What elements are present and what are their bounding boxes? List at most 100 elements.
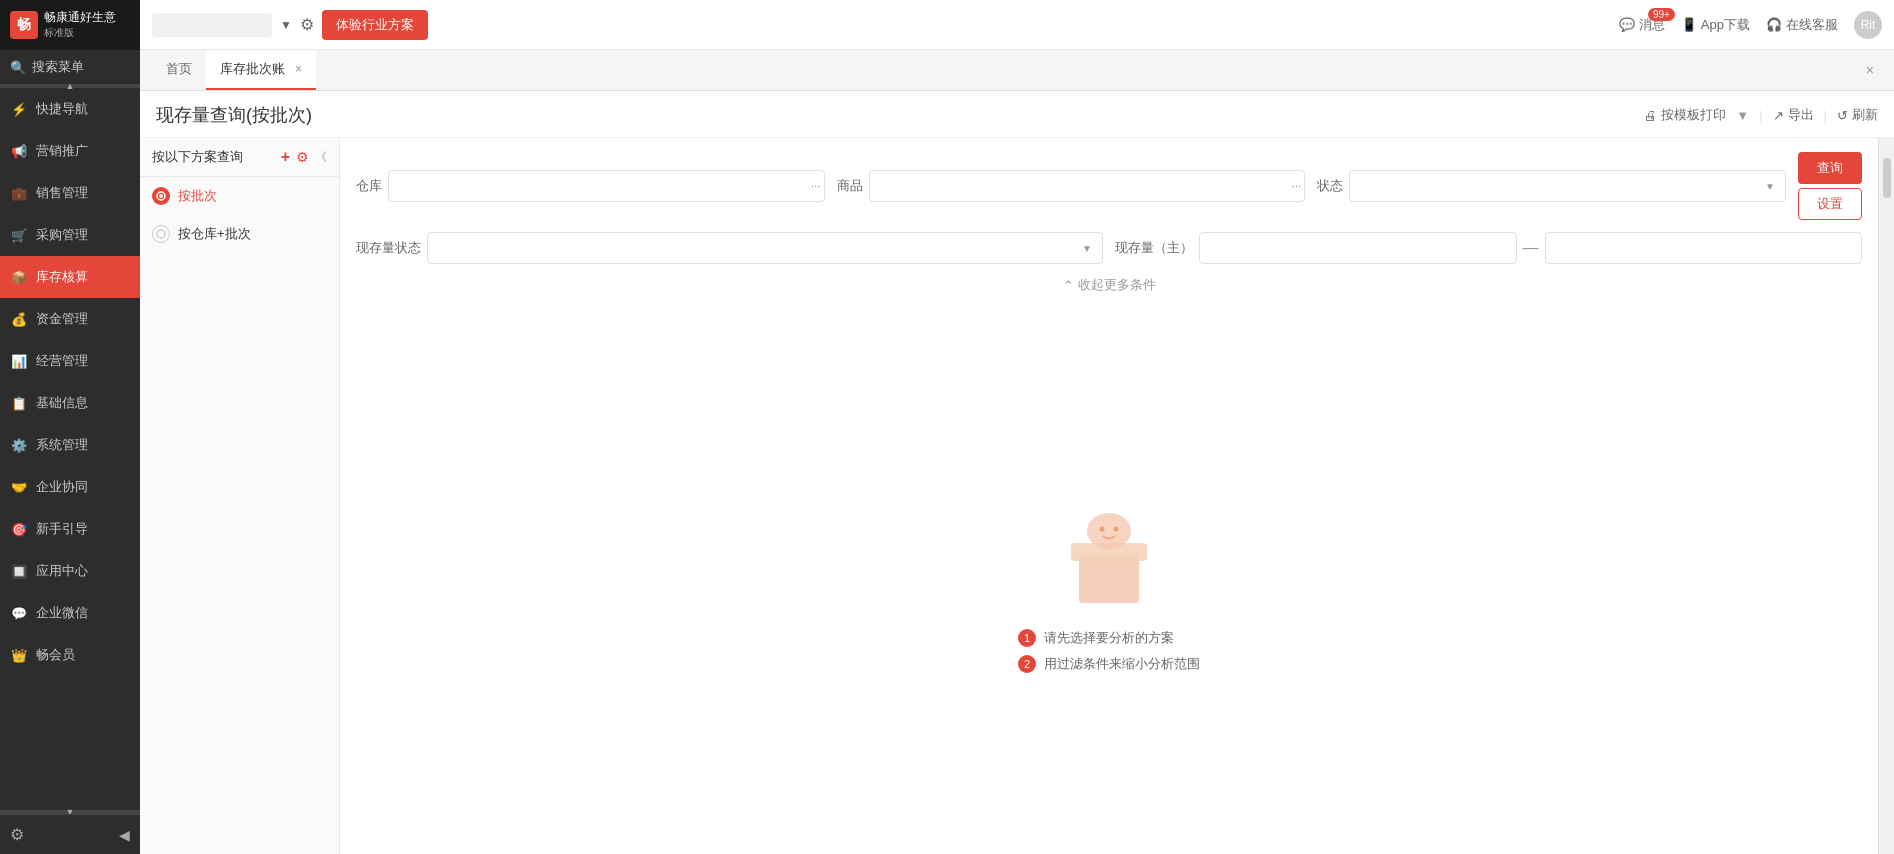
sidebar-item-system[interactable]: ⚙️ 系统管理 bbox=[0, 424, 140, 466]
divider1: | bbox=[1759, 108, 1762, 123]
print-icon: 🖨 bbox=[1644, 108, 1657, 123]
inventory-main-to-input[interactable] bbox=[1545, 232, 1863, 264]
template-print-btn[interactable]: 🖨 按模板打印 bbox=[1644, 106, 1726, 124]
collapse-filter-btn[interactable]: ⌃ 收起更多条件 bbox=[356, 272, 1862, 298]
app-edition: 标准版 bbox=[44, 26, 116, 40]
purchase-icon: 🛒 bbox=[10, 226, 28, 244]
sidebar-item-inventory[interactable]: 📦 库存核算 bbox=[0, 256, 140, 298]
app-download-btn[interactable]: 📱 App下载 bbox=[1681, 16, 1750, 34]
topbar-left: ▼ ⚙ 体验行业方案 bbox=[152, 10, 1609, 40]
app-download-label: App下载 bbox=[1701, 16, 1750, 34]
warehouse-input[interactable] bbox=[388, 170, 825, 202]
system-icon: ⚙️ bbox=[10, 436, 28, 454]
topbar-gear-icon[interactable]: ⚙ bbox=[300, 15, 314, 34]
sidebar-item-finance[interactable]: 💰 资金管理 bbox=[0, 298, 140, 340]
status-select[interactable]: ▼ bbox=[1349, 170, 1786, 202]
app-center-icon: 🔲 bbox=[10, 562, 28, 580]
inventory-status-label: 现存量状态 bbox=[356, 239, 421, 257]
scroll-thumb bbox=[1883, 158, 1891, 198]
sidebar-item-purchase[interactable]: 🛒 采购管理 bbox=[0, 214, 140, 256]
export-label: 导出 bbox=[1788, 106, 1814, 124]
sidebar-item-enterprise-wechat[interactable]: 💬 企业微信 bbox=[0, 592, 140, 634]
sidebar-item-sales[interactable]: 💼 销售管理 bbox=[0, 172, 140, 214]
topbar-right: 💬 消息 99+ 📱 App下载 🎧 在线客服 Rit bbox=[1619, 11, 1882, 39]
inventory-icon: 📦 bbox=[10, 268, 28, 286]
refresh-btn[interactable]: ↺ 刷新 bbox=[1837, 106, 1878, 124]
scheme-settings-icon[interactable]: ⚙ bbox=[296, 149, 309, 165]
inventory-status-select[interactable]: ▼ bbox=[427, 232, 1103, 264]
svg-point-6 bbox=[1100, 527, 1105, 532]
online-service-btn[interactable]: 🎧 在线客服 bbox=[1766, 16, 1838, 34]
sidebar-item-label: 采购管理 bbox=[36, 226, 88, 244]
refresh-icon: ↺ bbox=[1837, 108, 1848, 123]
svg-point-1 bbox=[159, 194, 163, 198]
filter-row-2: 现存量状态 ▼ 现存量（主） — bbox=[356, 232, 1862, 264]
product-input[interactable] bbox=[869, 170, 1306, 202]
filter-area: 仓库 ··· 商品 ··· bbox=[340, 138, 1878, 312]
left-panel: 按以下方案查询 + ⚙ 《 按批次 bbox=[140, 138, 340, 854]
template-print-label: 按模板打印 bbox=[1661, 106, 1726, 124]
topbar-search-input[interactable] bbox=[152, 13, 272, 37]
trial-btn[interactable]: 体验行业方案 bbox=[322, 10, 428, 40]
tab-home[interactable]: 首页 bbox=[152, 50, 206, 90]
right-scrollbar[interactable] bbox=[1878, 138, 1894, 854]
sidebar-item-label: 基础信息 bbox=[36, 394, 88, 412]
empty-svg bbox=[1049, 493, 1169, 613]
empty-illustration bbox=[1049, 493, 1169, 613]
step-2-text: 用过滤条件来缩小分析范围 bbox=[1044, 655, 1200, 673]
right-panel: 仓库 ··· 商品 ··· bbox=[340, 138, 1878, 854]
collapse-panel-icon[interactable]: 《 bbox=[315, 149, 327, 166]
refresh-label: 刷新 bbox=[1852, 106, 1878, 124]
step-1-text: 请先选择要分析的方案 bbox=[1044, 629, 1174, 647]
sidebar-item-vip[interactable]: 👑 畅会员 bbox=[0, 634, 140, 676]
scheme-item-by-batch[interactable]: 按批次 bbox=[140, 177, 339, 215]
product-label: 商品 bbox=[837, 177, 863, 195]
enterprise-wechat-icon: 💬 bbox=[10, 604, 28, 622]
scheme-active-dot bbox=[152, 187, 170, 205]
messages-btn[interactable]: 💬 消息 99+ bbox=[1619, 16, 1665, 34]
inventory-main-label: 现存量（主） bbox=[1115, 239, 1193, 257]
status-label: 状态 bbox=[1317, 177, 1343, 195]
scheme-item-by-warehouse-batch[interactable]: 按仓库+批次 bbox=[140, 215, 339, 253]
tab-close-icon[interactable]: × bbox=[295, 62, 302, 76]
sales-icon: 💼 bbox=[10, 184, 28, 202]
messages-badge: 99+ bbox=[1648, 8, 1675, 21]
sidebar-item-label: 企业微信 bbox=[36, 604, 88, 622]
main-area: ▼ ⚙ 体验行业方案 💬 消息 99+ 📱 App下载 🎧 在线客服 Rit bbox=[140, 0, 1894, 854]
filter-inventory-status: 现存量状态 ▼ bbox=[356, 232, 1103, 264]
basic-icon: 📋 bbox=[10, 394, 28, 412]
step-2-num: 2 bbox=[1018, 655, 1036, 673]
sidebar-item-enterprise[interactable]: 🤝 企业协同 bbox=[0, 466, 140, 508]
tab-panel-close-icon[interactable]: × bbox=[1858, 54, 1882, 86]
sidebar-item-app-center[interactable]: 🔲 应用中心 bbox=[0, 550, 140, 592]
settings-btn[interactable]: 设置 bbox=[1798, 188, 1862, 220]
app-title: 畅康通好生意 bbox=[44, 10, 116, 26]
user-avatar[interactable]: Rit bbox=[1854, 11, 1882, 39]
export-btn[interactable]: ↗ 导出 bbox=[1773, 106, 1814, 124]
print-dropdown-icon[interactable]: ▼ bbox=[1736, 108, 1749, 123]
topbar-dropdown-icon[interactable]: ▼ bbox=[280, 18, 292, 32]
sidebar-item-label: 系统管理 bbox=[36, 436, 88, 454]
status-select-arrow-icon: ▼ bbox=[1765, 181, 1775, 192]
inventory-main-from-input[interactable] bbox=[1199, 232, 1517, 264]
sidebar-item-basic[interactable]: 📋 基础信息 bbox=[0, 382, 140, 424]
sidebar-item-operations[interactable]: 📊 经营管理 bbox=[0, 340, 140, 382]
sidebar-item-marketing[interactable]: 📢 营销推广 bbox=[0, 130, 140, 172]
sidebar-collapse-icon[interactable]: ◀ bbox=[119, 827, 130, 843]
product-dots-btn[interactable]: ··· bbox=[1291, 179, 1301, 193]
scheme-by-batch-label: 按批次 bbox=[178, 187, 217, 205]
sidebar-search[interactable]: 🔍 搜索菜单 bbox=[0, 50, 140, 84]
add-scheme-icon[interactable]: + bbox=[281, 148, 290, 166]
sidebar-item-quick-nav[interactable]: ⚡ 快捷导航 bbox=[0, 88, 140, 130]
sidebar-settings-icon[interactable]: ⚙ bbox=[10, 825, 24, 844]
tab-batch-account[interactable]: 库存批次账 × bbox=[206, 50, 316, 90]
sidebar-item-newbie[interactable]: 🎯 新手引导 bbox=[0, 508, 140, 550]
sidebar-item-label: 销售管理 bbox=[36, 184, 88, 202]
warehouse-dots-btn[interactable]: ··· bbox=[811, 179, 821, 193]
vip-icon: 👑 bbox=[10, 646, 28, 664]
tab-home-label: 首页 bbox=[166, 60, 192, 78]
sidebar-item-label: 畅会员 bbox=[36, 646, 75, 664]
empty-steps: 1 请先选择要分析的方案 2 用过滤条件来缩小分析范围 bbox=[1018, 629, 1200, 673]
query-btn[interactable]: 查询 bbox=[1798, 152, 1862, 184]
filter-inventory-main: 现存量（主） — bbox=[1115, 232, 1862, 264]
